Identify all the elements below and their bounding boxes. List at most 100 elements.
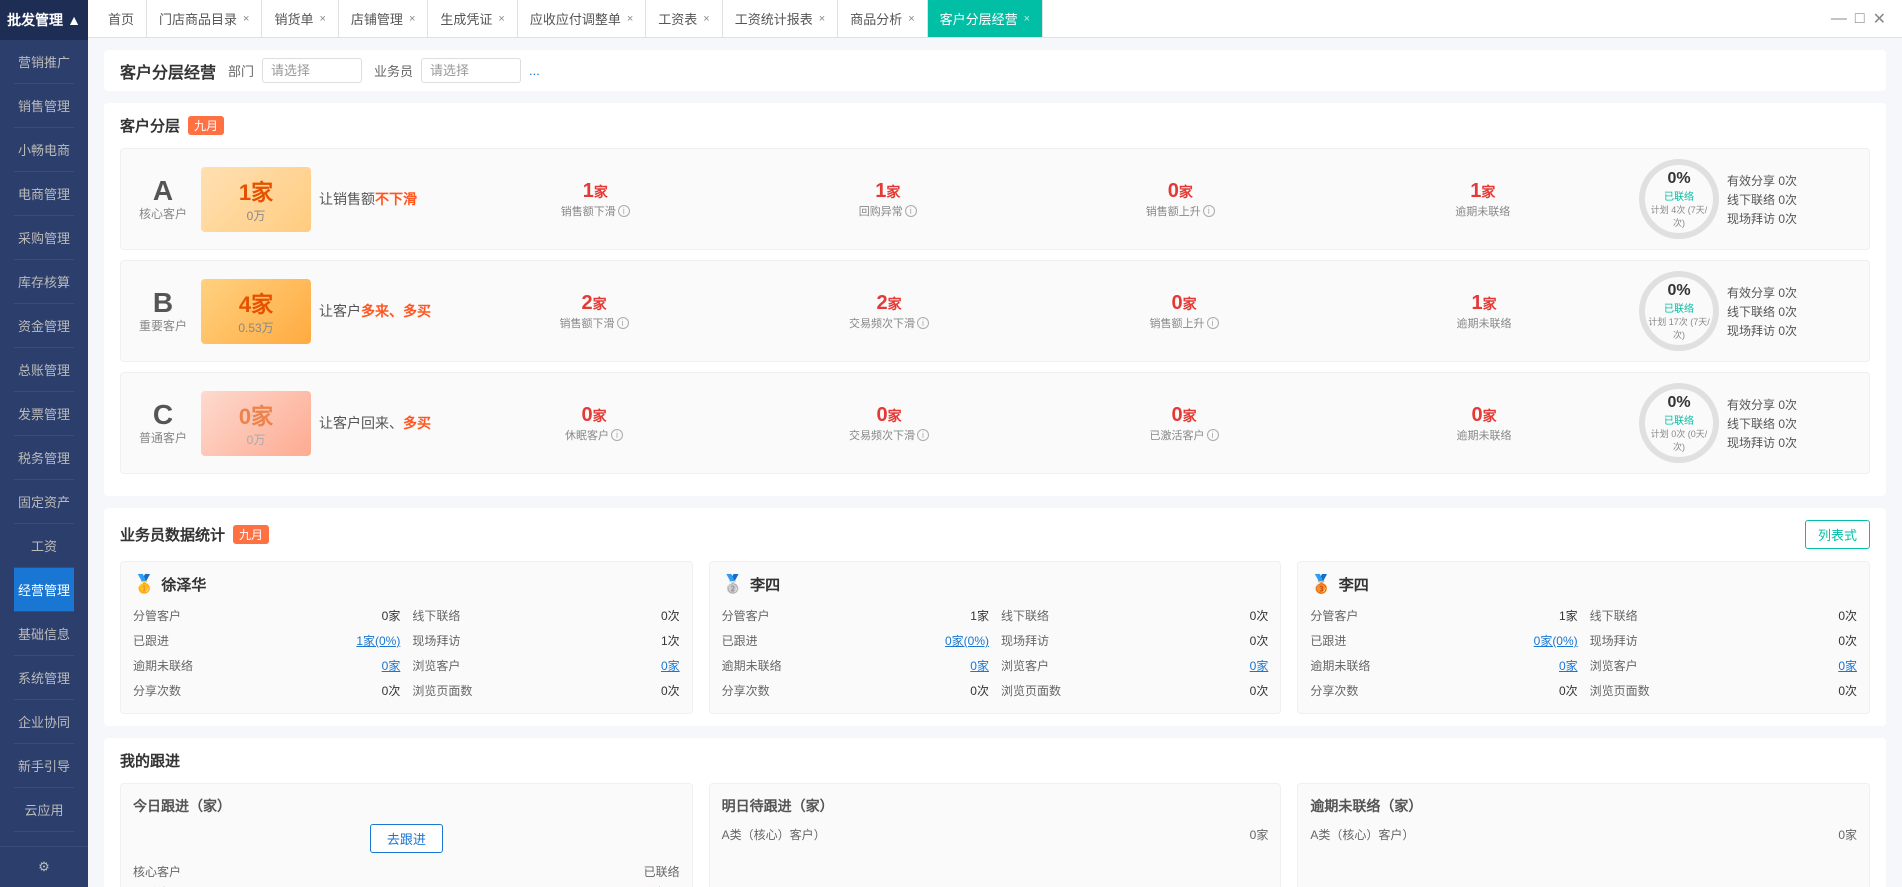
sidebar-item-固定资产[interactable]: 固定资产 xyxy=(14,480,74,524)
tier-stat2-B[interactable]: 2家 交易频次下滑 i xyxy=(849,292,929,331)
followup-label: A类（核心）客户） xyxy=(1310,826,1414,843)
tier-count-B[interactable]: 4家 0.53万 xyxy=(201,279,311,344)
staff-stat-label: 分享次数 xyxy=(1310,682,1358,699)
tab-close-应收应付调整单[interactable]: × xyxy=(627,13,633,25)
main-area: 首页门店商品目录×销货单×店铺管理×生成凭证×应收应付调整单×工资表×工资统计报… xyxy=(88,0,1902,887)
tab-工资统计报表[interactable]: 工资统计报表× xyxy=(723,0,838,38)
window-close-icon[interactable]: ✕ xyxy=(1873,9,1886,29)
tier-stat3-C[interactable]: 0家 已激活客户 i xyxy=(1149,404,1219,443)
staff-stat-val[interactable]: 0家(0%) xyxy=(1534,632,1578,649)
tab-客户分层经营[interactable]: 客户分层经营× xyxy=(928,0,1043,38)
staff-stat-val: 0家 xyxy=(382,607,401,624)
staff-stat-label: 浏览客户 xyxy=(412,657,460,674)
tab-close-商品分析[interactable]: × xyxy=(908,13,914,25)
window-maximize-icon[interactable]: □ xyxy=(1855,10,1865,28)
staff-stat-label: 现场拜访 xyxy=(1590,632,1638,649)
dept-select[interactable]: 请选择 xyxy=(262,58,362,83)
tier-contact-C[interactable]: 0家 逾期未联络 xyxy=(1439,404,1529,443)
window-minimize-icon[interactable]: — xyxy=(1831,10,1847,28)
staff-stat-val: 0次 xyxy=(970,682,989,699)
sidebar-item-基础信息[interactable]: 基础信息 xyxy=(14,612,74,656)
tab-close-销货单[interactable]: × xyxy=(319,13,325,25)
followup-val: 0家 xyxy=(1250,826,1269,843)
staff-stat-row: 已跟进 1家(0%) xyxy=(133,630,400,651)
tab-店铺管理[interactable]: 店铺管理× xyxy=(339,0,428,38)
staff-stat-row: 线下联络 0次 xyxy=(412,605,679,626)
followup-row: 核心客户 已联络 xyxy=(133,861,680,882)
list-view-button[interactable]: 列表式 xyxy=(1805,520,1870,549)
sidebar-item-营销推广[interactable]: 营销推广 xyxy=(14,40,74,84)
tier-contact-A[interactable]: 1家 逾期未联络 xyxy=(1438,180,1528,219)
staff-stat-val[interactable]: 0家 xyxy=(1838,657,1857,674)
goto-button[interactable]: 去跟进 xyxy=(370,824,443,853)
tab-门店商品目录[interactable]: 门店商品目录× xyxy=(147,0,262,38)
staff-stat-val[interactable]: 0家 xyxy=(970,657,989,674)
staff-stat-label: 线下联络 xyxy=(1590,607,1638,624)
tier-stat3-A[interactable]: 0家 销售额上升 i xyxy=(1145,180,1215,219)
staff-card-李四: 🥉 李四 分管客户 1家 线下联络 0次 已跟进 0家(0%) 现场拜访 0次 … xyxy=(1297,561,1870,714)
dept-label: 部门 xyxy=(228,61,254,80)
staff-stat-label: 现场拜访 xyxy=(412,632,460,649)
tab-工资表[interactable]: 工资表× xyxy=(646,0,722,38)
tab-close-店铺管理[interactable]: × xyxy=(409,13,415,25)
tier-label-B: B 重要客户 xyxy=(133,289,193,334)
tier-stat2-A[interactable]: 1家 回购异常 i xyxy=(853,180,923,219)
sidebar-item-库存核算[interactable]: 库存核算 xyxy=(14,260,74,304)
sidebar-item-发票管理[interactable]: 发票管理 xyxy=(14,392,74,436)
tab-首页[interactable]: 首页 xyxy=(96,0,147,38)
staff-stat-label: 已跟进 xyxy=(133,632,169,649)
tab-close-生成凭证[interactable]: × xyxy=(498,13,504,25)
staff-stat-val[interactable]: 0家 xyxy=(1250,657,1269,674)
tab-close-工资统计报表[interactable]: × xyxy=(819,13,825,25)
staff-name: 徐泽华 xyxy=(161,574,206,595)
sidebar-item-税务管理[interactable]: 税务管理 xyxy=(14,436,74,480)
staff-stat-label: 已跟进 xyxy=(1310,632,1346,649)
staff-stat-label: 分享次数 xyxy=(722,682,770,699)
staff-stat-val[interactable]: 1家(0%) xyxy=(356,632,400,649)
sidebar-item-销售管理[interactable]: 销售管理 xyxy=(14,84,74,128)
staff-stat-val[interactable]: 0家 xyxy=(1559,657,1578,674)
tab-close-客户分层经营[interactable]: × xyxy=(1024,13,1030,25)
sidebar-item-新手引导[interactable]: 新手引导 xyxy=(14,744,74,788)
staff-stat-val: 0次 xyxy=(1838,607,1857,624)
sidebar-item-总账管理[interactable]: 总账管理 xyxy=(14,348,74,392)
tab-close-工资表[interactable]: × xyxy=(703,13,709,25)
staff-stat-row: 浏览页面数 0次 xyxy=(1001,680,1268,701)
staff-stat-val[interactable]: 0家(0%) xyxy=(945,632,989,649)
content-area: 客户分层经营 部门 请选择 业务员 请选择 ... 客户分层 九月 xyxy=(88,38,1902,887)
staff-select[interactable]: 请选择 xyxy=(421,58,521,83)
tab-应收应付调整单[interactable]: 应收应付调整单× xyxy=(518,0,646,38)
sidebar-item-电商管理[interactable]: 电商管理 xyxy=(14,172,74,216)
sidebar-item-系统管理[interactable]: 系统管理 xyxy=(14,656,74,700)
staff-stat-val[interactable]: 0家 xyxy=(382,657,401,674)
sidebar-item-经营管理[interactable]: 经营管理 xyxy=(14,568,74,612)
filter-more[interactable]: ... xyxy=(529,63,540,78)
staff-stat-val: 0次 xyxy=(382,682,401,699)
sidebar-header[interactable]: 批发管理 ▲ xyxy=(0,0,88,40)
tier-contact-B[interactable]: 1家 逾期未联络 xyxy=(1439,292,1529,331)
sidebar-settings[interactable]: ⚙ xyxy=(0,846,88,887)
tier-stat1-A[interactable]: 1家 销售额下滑 i xyxy=(560,180,630,219)
sidebar-item-企业协同[interactable]: 企业协同 xyxy=(14,700,74,744)
staff-stat-label: 分享次数 xyxy=(133,682,181,699)
tier-stat3-B[interactable]: 0家 销售额上升 i xyxy=(1149,292,1219,331)
tier-stat1-B[interactable]: 2家 销售额下滑 i xyxy=(559,292,629,331)
sidebar-item-小畅电商[interactable]: 小畅电商 xyxy=(14,128,74,172)
tier-stat2-C[interactable]: 0家 交易频次下滑 i xyxy=(849,404,929,443)
tab-销货单[interactable]: 销货单× xyxy=(262,0,338,38)
staff-stat-row: 分享次数 0次 xyxy=(133,680,400,701)
tab-close-门店商品目录[interactable]: × xyxy=(243,13,249,25)
tier-count-A[interactable]: 1家 0万 xyxy=(201,167,311,232)
sidebar-item-采购管理[interactable]: 采购管理 xyxy=(14,216,74,260)
staff-stat-row: 逾期未联络 0家 xyxy=(133,655,400,676)
tier-count-C[interactable]: 0家 0万 xyxy=(201,391,311,456)
tab-生成凭证[interactable]: 生成凭证× xyxy=(428,0,517,38)
sidebar-item-资金管理[interactable]: 资金管理 xyxy=(14,304,74,348)
tier-right-stats-B: 有效分享 0次线下联络 0次现场拜访 0次 xyxy=(1727,284,1857,339)
tab-商品分析[interactable]: 商品分析× xyxy=(838,0,927,38)
sidebar-item-云应用[interactable]: 云应用 xyxy=(14,788,74,832)
staff-stat-val[interactable]: 0家 xyxy=(661,657,680,674)
sidebar-item-工资[interactable]: 工资 xyxy=(14,524,74,568)
tier-stat1-C[interactable]: 0家 休眠客户 i xyxy=(559,404,629,443)
tier-row-A: A 核心客户 1家 0万 让销售额不下滑 1家 销售额下滑 i 1家 回购异常 … xyxy=(120,148,1870,250)
